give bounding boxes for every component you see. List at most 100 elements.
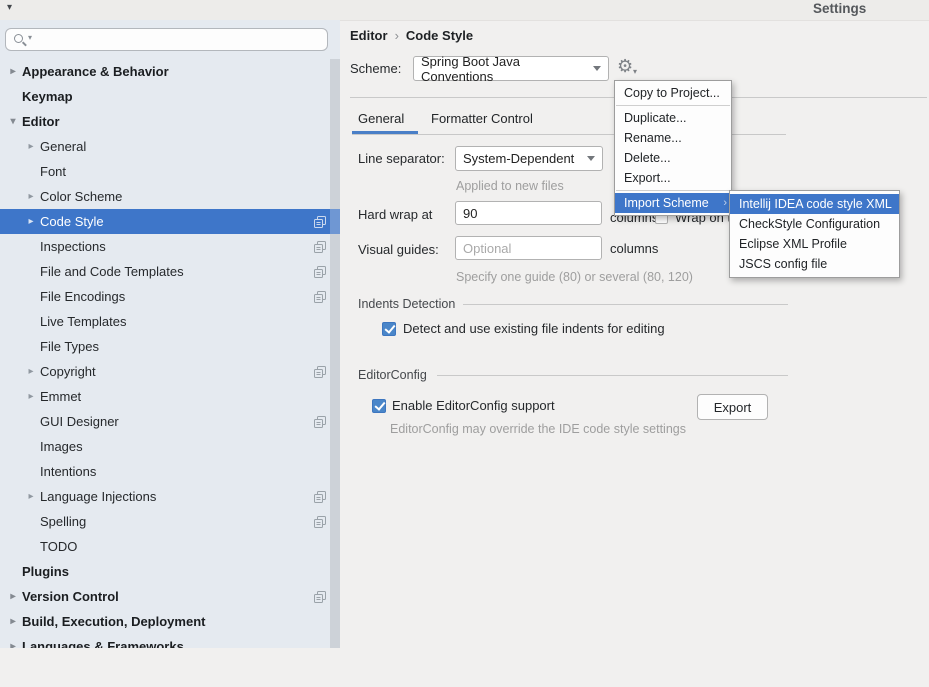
- menu-item-rename[interactable]: Rename...: [615, 128, 731, 148]
- sidebar-item-images[interactable]: Images: [0, 434, 340, 459]
- menu-item-export[interactable]: Export...: [615, 168, 731, 188]
- sidebar-item-label: Intentions: [40, 464, 96, 479]
- submenu-item-checkstyle-configuration[interactable]: CheckStyle Configuration: [730, 214, 899, 234]
- copy-scheme-icon: [314, 516, 326, 528]
- sidebar-item-label: Languages & Frameworks: [22, 639, 184, 648]
- hard-wrap-label: Hard wrap at: [358, 207, 432, 222]
- sidebar-item-copyright[interactable]: ▸Copyright: [0, 359, 340, 384]
- chevron-right-icon[interactable]: ▸: [22, 216, 40, 227]
- chevron-down-icon[interactable]: ▾: [4, 116, 22, 127]
- search-history-caret-icon[interactable]: ▾: [28, 33, 32, 42]
- chevron-right-icon[interactable]: ▸: [22, 191, 40, 202]
- visual-guides-columns-suffix: columns: [610, 241, 658, 256]
- sidebar-item-live-templates[interactable]: Live Templates: [0, 309, 340, 334]
- breadcrumb-separator: ›: [388, 28, 406, 43]
- scheme-label: Scheme:: [350, 61, 401, 76]
- menu-item-import-scheme[interactable]: Import Scheme›: [615, 193, 731, 213]
- chevron-right-icon[interactable]: ▸: [4, 591, 22, 602]
- titlebar-menu-icon[interactable]: ▾: [7, 2, 12, 13]
- import-scheme-submenu: Intellij IDEA code style XMLCheckStyle C…: [729, 190, 900, 278]
- chevron-right-icon[interactable]: ▸: [22, 366, 40, 377]
- editorconfig-section-divider: [437, 375, 788, 376]
- search-box[interactable]: ▾: [5, 28, 328, 51]
- sidebar-item-label: Appearance & Behavior: [22, 64, 169, 79]
- sidebar-item-label: Copyright: [40, 364, 96, 379]
- sidebar-item-inspections[interactable]: Inspections: [0, 234, 340, 259]
- sidebar-item-keymap[interactable]: Keymap: [0, 84, 340, 109]
- sidebar-item-label: File Encodings: [40, 289, 125, 304]
- breadcrumb-code-style[interactable]: Code Style: [406, 28, 473, 43]
- menu-item-copy-to-project[interactable]: Copy to Project...: [615, 83, 731, 103]
- chevron-right-icon[interactable]: ▸: [22, 141, 40, 152]
- search-icon-handle: [22, 41, 27, 46]
- menu-separator: [616, 105, 730, 106]
- sidebar-scrollbar-selected-segment: [330, 209, 340, 234]
- chevron-right-icon[interactable]: ▸: [4, 641, 22, 648]
- scheme-select[interactable]: Spring Boot Java Conventions: [413, 56, 609, 81]
- sidebar-item-file-encodings[interactable]: File Encodings: [0, 284, 340, 309]
- menu-item-duplicate[interactable]: Duplicate...: [615, 108, 731, 128]
- titlebar: ▾ Settings: [0, 0, 929, 21]
- sidebar-item-label: Images: [40, 439, 83, 454]
- visual-guides-helper: Specify one guide (80) or several (80, 1…: [456, 270, 693, 284]
- window-title: Settings: [813, 1, 866, 16]
- sidebar-item-version-control[interactable]: ▸Version Control: [0, 584, 340, 609]
- sidebar-item-file-and-code-templates[interactable]: File and Code Templates: [0, 259, 340, 284]
- sidebar-item-label: GUI Designer: [40, 414, 119, 429]
- chevron-right-icon[interactable]: ▸: [22, 391, 40, 402]
- sidebar-item-appearance-behavior[interactable]: ▸Appearance & Behavior: [0, 59, 340, 84]
- copy-scheme-icon: [314, 241, 326, 253]
- copy-scheme-icon: [314, 591, 326, 603]
- enable-editorconfig-checkbox[interactable]: [372, 399, 386, 413]
- sidebar-item-label: Editor: [22, 114, 60, 129]
- tab-formatter-control[interactable]: Formatter Control: [431, 111, 533, 126]
- sidebar-item-label: Code Style: [40, 214, 104, 229]
- chevron-right-icon[interactable]: ▸: [4, 616, 22, 627]
- hard-wrap-input[interactable]: [455, 201, 602, 225]
- submenu-item-intellij-idea-code-style-xml[interactable]: Intellij IDEA code style XML: [730, 194, 899, 214]
- export-button-label: Export: [714, 400, 752, 415]
- sidebar-item-code-style[interactable]: ▸Code Style: [0, 209, 340, 234]
- sidebar-item-build-execution-deployment[interactable]: ▸Build, Execution, Deployment: [0, 609, 340, 634]
- submenu-item-eclipse-xml-profile[interactable]: Eclipse XML Profile: [730, 234, 899, 254]
- sidebar-item-general[interactable]: ▸General: [0, 134, 340, 159]
- menu-item-delete[interactable]: Delete...: [615, 148, 731, 168]
- copy-scheme-icon: [314, 266, 326, 278]
- chevron-right-icon[interactable]: ▸: [22, 491, 40, 502]
- sidebar-item-editor[interactable]: ▾Editor: [0, 109, 340, 134]
- sidebar-item-font[interactable]: Font: [0, 159, 340, 184]
- sidebar-item-plugins[interactable]: Plugins: [0, 559, 340, 584]
- tab-general[interactable]: General: [358, 111, 404, 126]
- export-button[interactable]: Export: [697, 394, 768, 420]
- visual-guides-input[interactable]: [455, 236, 602, 260]
- sidebar-item-todo[interactable]: TODO: [0, 534, 340, 559]
- sidebar-item-languages-frameworks[interactable]: ▸Languages & Frameworks: [0, 634, 340, 648]
- sidebar-item-file-types[interactable]: File Types: [0, 334, 340, 359]
- enable-editorconfig-label[interactable]: Enable EditorConfig support: [392, 398, 555, 413]
- sidebar-item-gui-designer[interactable]: GUI Designer: [0, 409, 340, 434]
- sidebar-item-label: Language Injections: [40, 489, 156, 504]
- sidebar-item-label: File Types: [40, 339, 99, 354]
- breadcrumb: Editor›Code Style: [350, 28, 473, 43]
- sidebar-item-color-scheme[interactable]: ▸Color Scheme: [0, 184, 340, 209]
- detect-indents-label[interactable]: Detect and use existing file indents for…: [403, 321, 665, 336]
- chevron-right-icon[interactable]: ▸: [4, 66, 22, 77]
- sidebar-item-language-injections[interactable]: ▸Language Injections: [0, 484, 340, 509]
- sidebar-item-label: General: [40, 139, 86, 154]
- submenu-item-jscs-config-file[interactable]: JSCS config file: [730, 254, 899, 274]
- sidebar-item-intentions[interactable]: Intentions: [0, 459, 340, 484]
- scheme-context-menu: Copy to Project... Duplicate...Rename...D…: [614, 80, 732, 216]
- sidebar-item-label: Plugins: [22, 564, 69, 579]
- sidebar-item-emmet[interactable]: ▸Emmet: [0, 384, 340, 409]
- search-input[interactable]: [36, 30, 320, 50]
- line-separator-helper: Applied to new files: [456, 179, 564, 193]
- scheme-actions-gear-button[interactable]: ⚙ ▾: [617, 56, 641, 80]
- copy-scheme-icon: [314, 291, 326, 303]
- sidebar-scrollbar[interactable]: [330, 59, 340, 648]
- detect-indents-checkbox[interactable]: [382, 322, 396, 336]
- breadcrumb-editor[interactable]: Editor: [350, 28, 388, 43]
- sidebar-item-label: Version Control: [22, 589, 119, 604]
- sidebar-item-label: Font: [40, 164, 66, 179]
- line-separator-select[interactable]: System-Dependent: [455, 146, 603, 171]
- sidebar-item-spelling[interactable]: Spelling: [0, 509, 340, 534]
